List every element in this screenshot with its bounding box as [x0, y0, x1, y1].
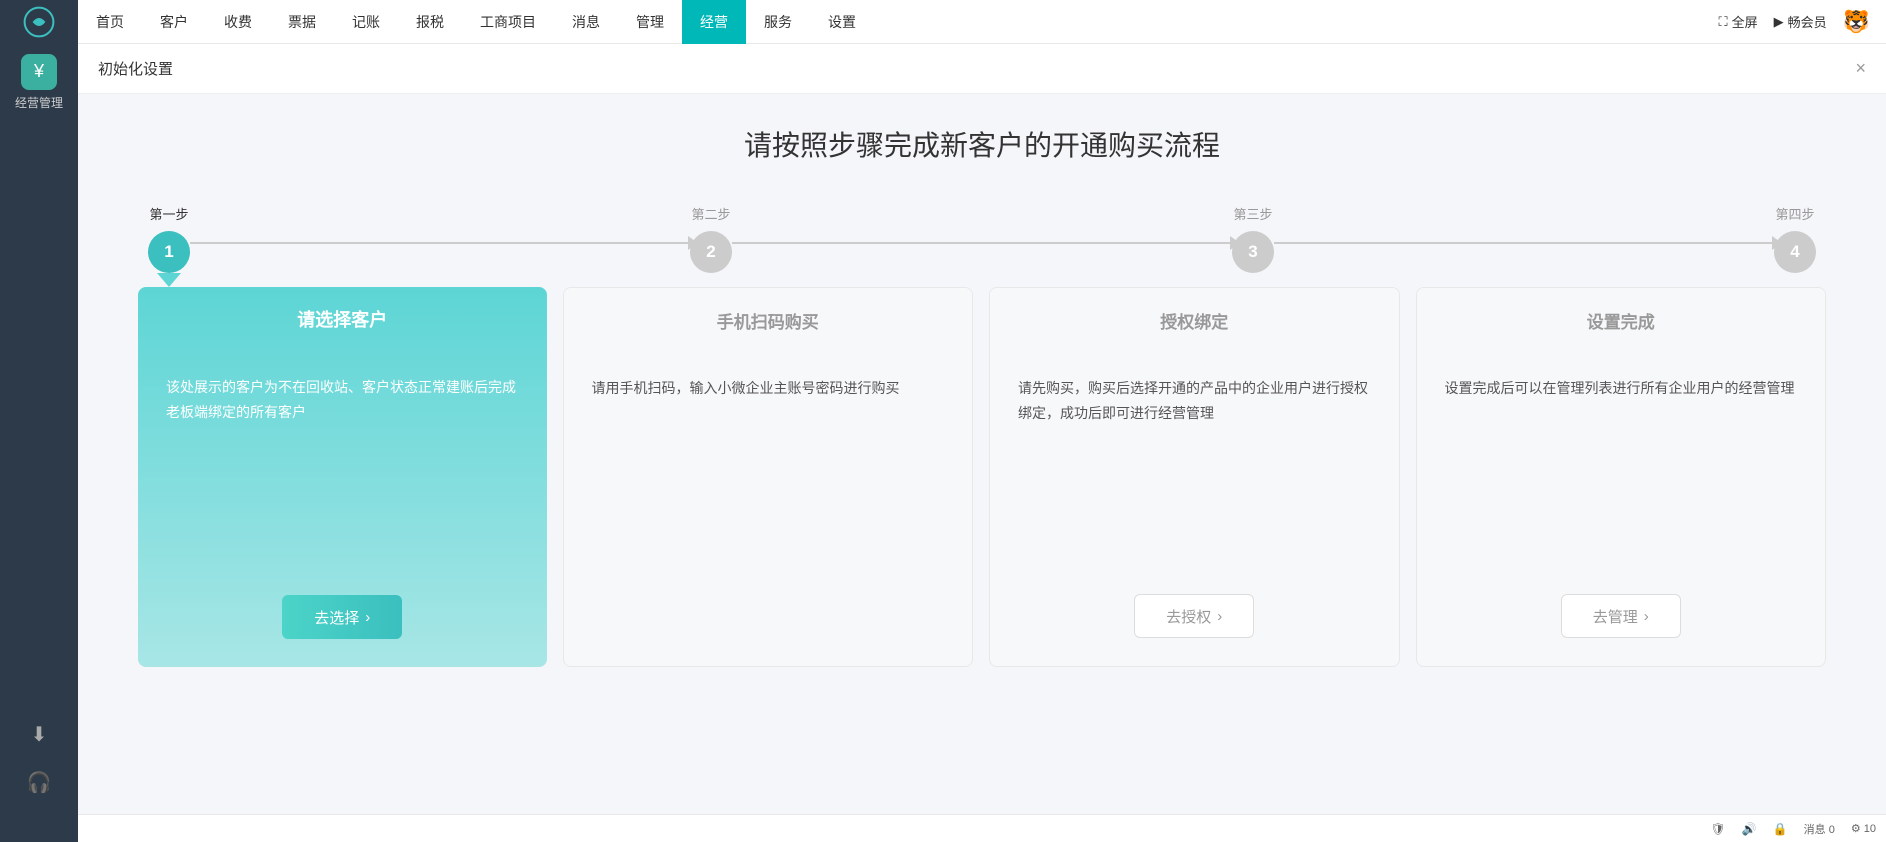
step-3-card-header: 授权绑定	[990, 288, 1399, 352]
step-3-label: 第三步	[1233, 204, 1272, 223]
nav-accounting[interactable]: 记账	[334, 0, 398, 44]
pointer-row	[138, 273, 1826, 287]
nav-right-area: ⛶ 全屏 ▶ 畅会员 🐯	[1718, 9, 1886, 35]
fullscreen-button[interactable]: ⛶ 全屏	[1718, 12, 1757, 31]
step-1-btn-label: 去选择	[314, 607, 359, 628]
step-4-btn-label: 去管理	[1593, 606, 1638, 627]
wizard-title: 请按照步骤完成新客户的开通购买流程	[138, 124, 1826, 164]
step-3-action-button[interactable]: 去授权 ›	[1134, 594, 1254, 638]
top-nav: 首页 客户 收费 票据 记账 报税 工商项目 消息 管理 经营 服务 设置 ⛶ …	[78, 0, 1886, 44]
step-2-card-desc: 请用手机扫码，输入小微企业主账号密码进行购买	[592, 380, 900, 396]
arrow-2	[1230, 236, 1240, 250]
step-1-header: 第一步 1	[148, 204, 190, 273]
step-3-card-title: 授权绑定	[1160, 308, 1228, 333]
step-2-label: 第二步	[691, 204, 730, 223]
avatar-icon: 🐯	[1843, 9, 1870, 35]
connector-3	[1274, 242, 1774, 244]
nav-invoice[interactable]: 票据	[270, 0, 334, 44]
step-1-card: 请选择客户 该处展示的客户为不在回收站、客户状态正常建账后完成老板端绑定的所有客…	[138, 287, 547, 667]
step-2-card-body: 请用手机扫码，输入小微企业主账号密码进行购买	[564, 352, 973, 618]
vip-icon: ▶	[1774, 14, 1784, 30]
spacer	[190, 273, 690, 287]
nav-client[interactable]: 客户	[142, 0, 206, 44]
step-1-circle: 1	[148, 231, 190, 273]
step-2-card-footer	[564, 618, 973, 666]
nav-fee[interactable]: 收费	[206, 0, 270, 44]
arrow-3	[1772, 236, 1782, 250]
step-1-action-button[interactable]: 去选择 ›	[282, 595, 402, 639]
step-4-card-footer: 去管理 ›	[1417, 574, 1826, 666]
step-2-card-header: 手机扫码购买	[564, 288, 973, 352]
fullscreen-label: 全屏	[1732, 12, 1758, 31]
step-3-card-body: 请先购买，购买后选择开通的产品中的企业用户进行授权绑定，成功后即可进行经营管理	[990, 352, 1399, 574]
spacer6	[1774, 273, 1816, 287]
step-1-pointer-col	[148, 273, 190, 287]
main-content: 初始化设置 × 请按照步骤完成新客户的开通购买流程 第一步 1 第二步 2	[78, 44, 1886, 814]
download-icon[interactable]: ⬇	[19, 714, 59, 754]
step-3-card: 授权绑定 请先购买，购买后选择开通的产品中的企业用户进行授权绑定，成功后即可进行…	[989, 287, 1400, 667]
step-2-card: 手机扫码购买 请用手机扫码，输入小微企业主账号密码进行购买	[563, 287, 974, 667]
step-3-btn-label: 去授权	[1166, 606, 1211, 627]
lock-icon: 🔒	[1773, 822, 1788, 836]
step-1-label: 第一步	[149, 204, 188, 223]
close-button[interactable]: ×	[1855, 58, 1866, 79]
nav-settings[interactable]: 设置	[810, 0, 874, 44]
sidebar: ¥ 经营管理 ⬇ 🎧	[0, 0, 78, 842]
chat-icon: 消息 0	[1804, 821, 1835, 837]
step-1-card-footer: 去选择 ›	[138, 575, 547, 667]
step-1-pointer	[157, 273, 181, 287]
step-4-card: 设置完成 设置完成后可以在管理列表进行所有企业用户的经营管理 去管理 ›	[1416, 287, 1827, 667]
nav-tax[interactable]: 报税	[398, 0, 462, 44]
spacer3	[732, 273, 1232, 287]
vip-label: 畅会员	[1788, 12, 1827, 31]
nav-business[interactable]: 工商项目	[462, 0, 554, 44]
fullscreen-icon: ⛶	[1718, 14, 1727, 30]
step-1-card-title: 请选择客户	[297, 306, 387, 332]
page-header: 初始化设置 ×	[78, 44, 1886, 94]
step-4-label: 第四步	[1775, 204, 1814, 223]
nav-manage[interactable]: 管理	[618, 0, 682, 44]
status-bar-right: 🛡 🔊 🔒 消息 0 ⚙ 10	[1711, 821, 1876, 837]
arrow-1	[688, 236, 698, 250]
settings-icon: ⚙ 10	[1851, 822, 1876, 835]
step-4-card-body: 设置完成后可以在管理列表进行所有企业用户的经营管理	[1417, 352, 1826, 574]
nav-message[interactable]: 消息	[554, 0, 618, 44]
spacer2	[690, 273, 732, 287]
page-title: 初始化设置	[98, 58, 173, 79]
step-1-card-desc: 该处展示的客户为不在回收站、客户状态正常建账后完成老板端绑定的所有客户	[166, 379, 516, 420]
spacer5	[1274, 273, 1774, 287]
status-bar: ▶ 完成 🛡 🔊 🔒 消息 0 ⚙ 10	[0, 814, 1886, 842]
step-3-btn-arrow: ›	[1217, 608, 1222, 625]
steps-header-row: 第一步 1 第二步 2 第三步 3	[138, 204, 1826, 273]
nav-operation[interactable]: 经营	[682, 0, 746, 44]
volume-icon: 🔊	[1742, 822, 1757, 836]
sidebar-item-management[interactable]: ¥ 经营管理	[0, 46, 78, 118]
connector-2	[732, 242, 1232, 244]
sidebar-logo	[0, 0, 78, 44]
step-4-card-header: 设置完成	[1417, 288, 1826, 352]
step-1-card-body: 该处展示的客户为不在回收站、客户状态正常建账后完成老板端绑定的所有客户	[138, 351, 547, 575]
step-3-card-footer: 去授权 ›	[990, 574, 1399, 666]
cards-row: 请选择客户 该处展示的客户为不在回收站、客户状态正常建账后完成老板端绑定的所有客…	[138, 287, 1826, 667]
step-4-action-button[interactable]: 去管理 ›	[1561, 594, 1681, 638]
headset-icon[interactable]: 🎧	[19, 762, 59, 802]
user-avatar[interactable]: 🐯	[1843, 9, 1870, 35]
shield-icon: 🛡	[1711, 822, 1726, 836]
sidebar-bottom: ⬇ 🎧	[19, 714, 59, 842]
nav-home[interactable]: 首页	[78, 0, 142, 44]
vip-button[interactable]: ▶ 畅会员	[1774, 12, 1827, 31]
step-3-card-desc: 请先购买，购买后选择开通的产品中的企业用户进行授权绑定，成功后即可进行经营管理	[1018, 380, 1368, 421]
management-icon: ¥	[21, 54, 57, 90]
step-4-card-desc: 设置完成后可以在管理列表进行所有企业用户的经营管理	[1445, 380, 1795, 396]
step-4-card-title: 设置完成	[1587, 308, 1655, 333]
nav-service[interactable]: 服务	[746, 0, 810, 44]
wizard-area: 请按照步骤完成新客户的开通购买流程 第一步 1 第二步 2 第三步	[78, 94, 1886, 697]
step-1-card-header: 请选择客户	[138, 287, 547, 351]
sidebar-item-label: 经营管理	[15, 94, 63, 111]
step-2-card-title: 手机扫码购买	[717, 308, 819, 333]
step-1-btn-arrow: ›	[365, 609, 370, 626]
spacer4	[1232, 273, 1274, 287]
step-4-btn-arrow: ›	[1644, 608, 1649, 625]
connector-1	[190, 242, 690, 244]
